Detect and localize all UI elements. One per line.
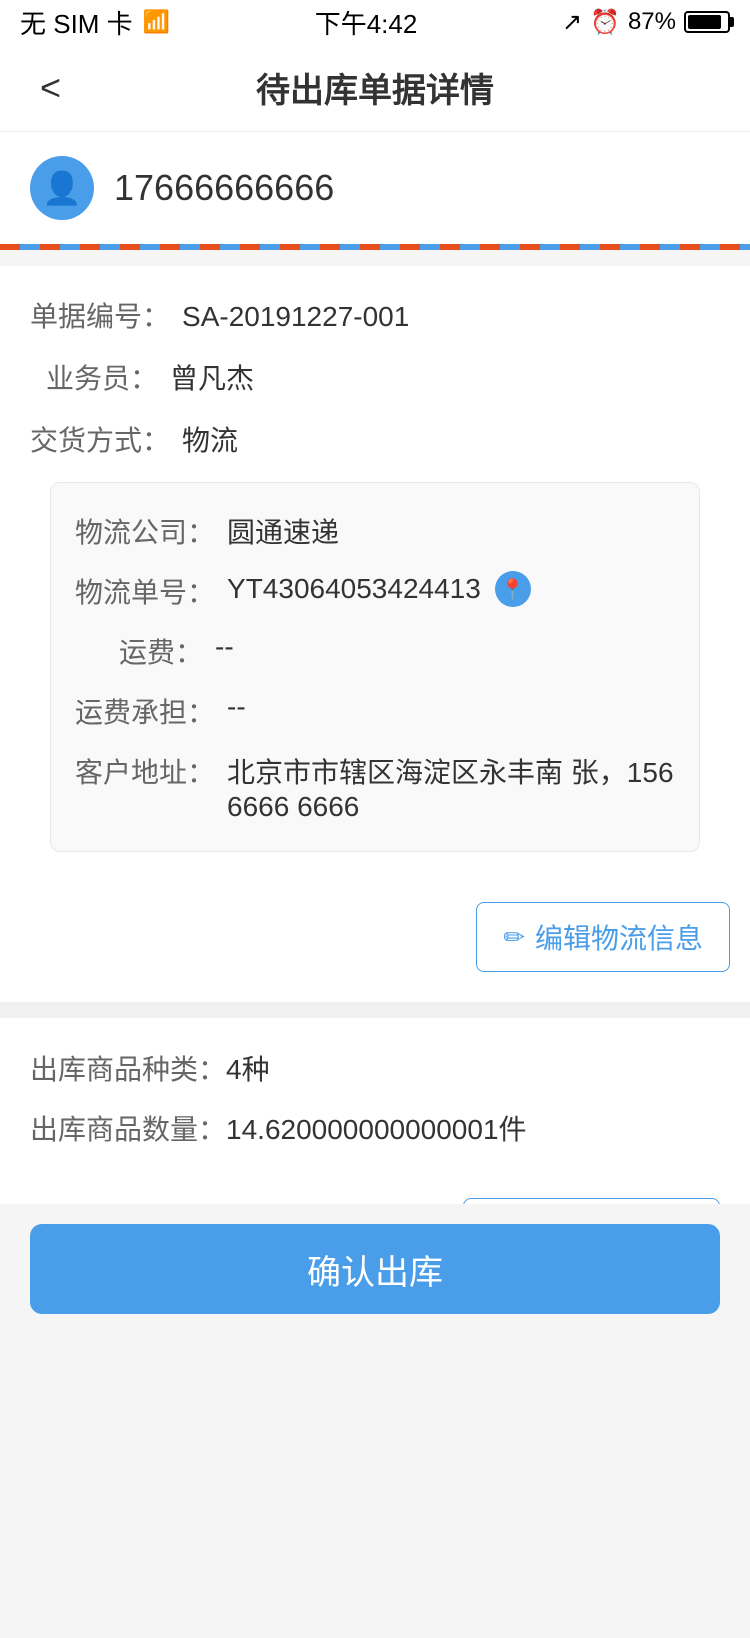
goods-section: 出库商品种类： 4种 出库商品数量： 14.620000000000001件	[0, 1018, 750, 1178]
back-button[interactable]: <	[30, 57, 71, 119]
page-title: 待出库单据详情	[256, 63, 494, 112]
avatar: 👤	[30, 156, 94, 220]
confirm-btn-area: 确认出库	[0, 1204, 750, 1334]
tracking-number-value: YT43064053424413	[227, 573, 481, 605]
delivery-method-row: 交货方式： 物流	[30, 420, 720, 462]
salesperson-value: 曾凡杰	[170, 358, 720, 400]
logistics-company-value: 圆通速递	[227, 511, 675, 551]
freight-label: 运费：	[75, 631, 215, 671]
avatar-icon: 👤	[42, 169, 82, 207]
tracking-row: 物流单号： YT43064053424413 📍	[75, 571, 675, 611]
logistics-company-row: 物流公司： 圆通速递	[75, 511, 675, 551]
logistics-company-label: 物流公司：	[75, 511, 227, 551]
status-right: ↗ ⏰ 87%	[562, 8, 730, 37]
tracking-number-container: YT43064053424413 📍	[227, 571, 675, 607]
doc-number-row: 单据编号： SA-20191227-001	[30, 296, 720, 338]
nav-bar: < 待出库单据详情	[0, 44, 750, 132]
confirm-outbound-button[interactable]: 确认出库	[30, 1224, 720, 1314]
goods-types-label: 出库商品种类：	[30, 1048, 226, 1088]
tracking-label: 物流单号：	[75, 571, 227, 611]
address-row: 客户地址： 北京市市辖区海淀区永丰南 张，156 6666 6666	[75, 751, 675, 823]
freight-bear-label: 运费承担：	[75, 691, 227, 731]
edit-icon: ✏	[503, 922, 525, 953]
battery-label: 87%	[628, 8, 676, 36]
salesperson-label: 业务员：	[30, 358, 170, 400]
doc-number-value: SA-20191227-001	[182, 296, 720, 338]
delivery-method-label: 交货方式：	[30, 420, 182, 462]
customer-phone: 17666666666	[114, 167, 334, 209]
freight-value: --	[215, 631, 675, 663]
doc-number-label: 单据编号：	[30, 296, 182, 338]
battery-icon	[684, 11, 730, 33]
goods-types-value: 4种	[226, 1048, 270, 1088]
wifi-icon: 📶	[143, 9, 170, 35]
alarm-icon: ⏰	[590, 8, 620, 37]
edit-logistics-label: 编辑物流信息	[535, 917, 703, 957]
salesperson-row: 业务员： 曾凡杰	[30, 358, 720, 400]
freight-bear-row: 运费承担： --	[75, 691, 675, 731]
carrier-label: 无 SIM 卡	[20, 4, 133, 41]
freight-row: 运费： --	[75, 631, 675, 671]
goods-types-row: 出库商品种类： 4种	[30, 1048, 720, 1088]
status-left: 无 SIM 卡 📶	[20, 4, 170, 41]
address-value: 北京市市辖区海淀区永丰南 张，156 6666 6666	[227, 751, 675, 823]
basic-info-section: 单据编号： SA-20191227-001 业务员： 曾凡杰 交货方式： 物流 …	[0, 266, 750, 882]
goods-quantity-label: 出库商品数量：	[30, 1108, 226, 1148]
track-location-button[interactable]: 📍	[495, 571, 531, 607]
edit-logistics-button[interactable]: ✏ 编辑物流信息	[476, 902, 730, 972]
status-bar: 无 SIM 卡 📶 下午4:42 ↗ ⏰ 87%	[0, 0, 750, 44]
logistics-card: 物流公司： 圆通速递 物流单号： YT43064053424413 📍 运费： …	[50, 482, 700, 852]
section-divider	[0, 1002, 750, 1018]
dashed-divider	[0, 244, 750, 250]
edit-btn-row: ✏ 编辑物流信息	[0, 882, 750, 1002]
goods-quantity-row: 出库商品数量： 14.620000000000001件	[30, 1108, 720, 1148]
address-label: 客户地址：	[75, 751, 227, 791]
customer-header: 👤 17666666666	[0, 132, 750, 244]
map-pin-icon: 📍	[500, 577, 525, 602]
freight-bear-value: --	[227, 691, 675, 723]
goods-quantity-value: 14.620000000000001件	[226, 1108, 527, 1148]
confirm-btn-label: 确认出库	[307, 1245, 443, 1294]
delivery-method-value: 物流	[182, 420, 720, 462]
time-label: 下午4:42	[315, 4, 418, 41]
location-status-icon: ↗	[562, 8, 582, 37]
